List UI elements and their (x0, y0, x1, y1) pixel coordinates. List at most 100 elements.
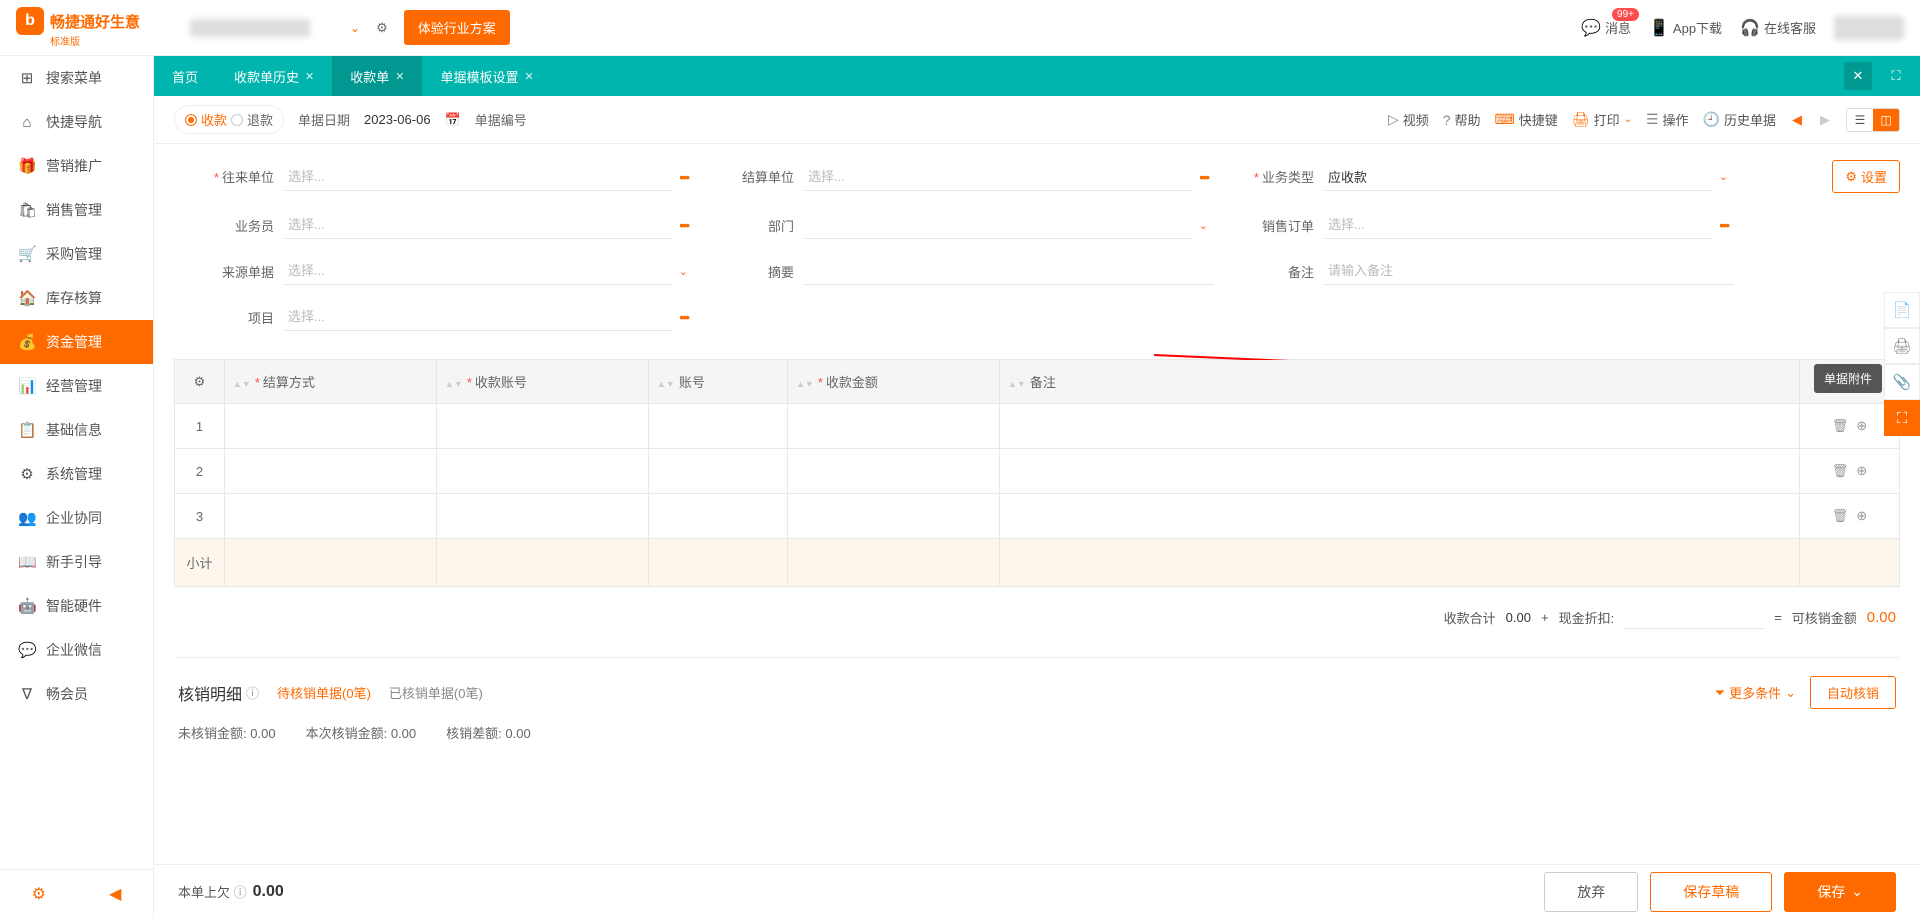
settings-button[interactable]: ⚙设置 (1832, 160, 1900, 193)
col-settle-method[interactable]: ▲▼*结算方式 (225, 360, 437, 404)
tool-help[interactable]: ?帮助 (1443, 110, 1481, 129)
source-input[interactable] (284, 257, 673, 285)
summary-input[interactable] (804, 257, 1214, 285)
table-row[interactable]: 1🗑⊕ (175, 404, 1900, 449)
main-content: 首页 收款单历史✕ 收款单✕ 单据模板设置✕ ✕ ⛶ 收款 退款 单据日期 20… (154, 56, 1920, 918)
chevron-down-icon[interactable]: ⌄ (1713, 170, 1734, 183)
add-icon[interactable]: ⊕ (1856, 463, 1867, 478)
online-service-link[interactable]: 🎧 在线客服 (1740, 18, 1816, 38)
delete-icon[interactable]: 🗑 (1832, 508, 1849, 523)
discount-input[interactable] (1624, 605, 1764, 629)
rail-draft-icon[interactable]: 📄 (1884, 292, 1920, 328)
tab-home[interactable]: 首页 (154, 56, 216, 96)
tool-shortcut[interactable]: ⌨快捷键 (1495, 110, 1558, 129)
close-icon[interactable]: ✕ (395, 70, 404, 83)
partner-input[interactable] (284, 163, 673, 191)
sidebar-item-wechat[interactable]: 💬企业微信 (0, 628, 153, 672)
chevron-down-icon[interactable]: ⌄ (673, 265, 694, 278)
col-receive-account[interactable]: ▲▼*收款账号 (437, 360, 649, 404)
date-value[interactable]: 2023-06-06 (364, 112, 431, 127)
tool-video[interactable]: ▷视频 (1388, 110, 1429, 129)
save-draft-button[interactable]: 保存草稿 (1650, 872, 1772, 912)
tool-operate[interactable]: ☰操作 (1646, 110, 1689, 129)
sidebar-item-search[interactable]: ⊞搜索菜单 (0, 56, 153, 100)
radio-refund[interactable]: 退款 (231, 110, 273, 129)
close-all-tabs-button[interactable]: ✕ (1844, 62, 1872, 90)
sidebar-item-enterprise[interactable]: 👥企业协同 (0, 496, 153, 540)
table-row[interactable]: 2🗑⊕ (175, 449, 1900, 494)
col-receive-amount[interactable]: ▲▼*收款金额 (787, 360, 999, 404)
verify-tab-done[interactable]: 已核销单据(0笔) (389, 683, 483, 702)
app-download-link[interactable]: 📱 App下载 (1649, 18, 1722, 38)
next-arrow-icon[interactable]: ▶ (1818, 112, 1832, 128)
settle-unit-input[interactable] (804, 163, 1193, 191)
radio-receive[interactable]: 收款 (185, 110, 227, 129)
tab-receipt[interactable]: 收款单✕ (332, 56, 422, 96)
sidebar-item-basic[interactable]: 📋基础信息 (0, 408, 153, 452)
experience-button[interactable]: 体验行业方案 (404, 10, 510, 45)
close-icon[interactable]: ✕ (305, 70, 314, 83)
sidebar-item-marketing[interactable]: 🎁营销推广 (0, 144, 153, 188)
view-form-button[interactable]: ◫ (1873, 109, 1899, 131)
project-input[interactable] (284, 303, 673, 331)
sidebar-item-system[interactable]: ⚙系统管理 (0, 452, 153, 496)
help-icon[interactable]: ⓘ (234, 885, 247, 900)
sidebar-item-purchase[interactable]: 🛒采购管理 (0, 232, 153, 276)
delete-icon[interactable]: 🗑 (1832, 463, 1849, 478)
close-icon[interactable]: ✕ (525, 70, 534, 83)
tab-template[interactable]: 单据模板设置✕ (422, 56, 551, 96)
help-icon[interactable]: ⓘ (246, 683, 259, 702)
more-icon[interactable]: ••• (1713, 217, 1734, 233)
prev-arrow-icon[interactable]: ◀ (1790, 112, 1804, 128)
col-account-no[interactable]: ▲▼账号 (649, 360, 788, 404)
summary-label: 摘要 (768, 265, 794, 280)
verify-tab-pending[interactable]: 待核销单据(0笔) (277, 683, 371, 702)
more-icon[interactable]: ••• (673, 217, 694, 233)
remark-input[interactable] (1324, 257, 1734, 285)
delete-icon[interactable]: 🗑 (1832, 418, 1849, 433)
table-settings-icon[interactable]: ⚙ (175, 360, 225, 404)
user-avatar[interactable] (1834, 16, 1904, 40)
dept-input[interactable] (804, 211, 1193, 239)
more-icon[interactable]: ••• (1193, 169, 1214, 185)
tool-print[interactable]: 🖨打印⌄ (1572, 110, 1632, 129)
table-row[interactable]: 3🗑⊕ (175, 494, 1900, 539)
sidebar-item-member[interactable]: ∇畅会员 (0, 672, 153, 716)
save-button[interactable]: 保存⌄ (1784, 872, 1896, 912)
fullscreen-icon[interactable]: ⛶ (1882, 62, 1910, 90)
sidebar-item-funds[interactable]: 💰资金管理 (0, 320, 153, 364)
messages-link[interactable]: 💬 消息 99+ (1581, 18, 1631, 38)
sidebar-item-inventory[interactable]: 🏠库存核算 (0, 276, 153, 320)
discard-button[interactable]: 放弃 (1544, 872, 1638, 912)
sidebar-item-guide[interactable]: 📖新手引导 (0, 540, 153, 584)
sidebar-item-sales[interactable]: 🛍销售管理 (0, 188, 153, 232)
rail-print-icon[interactable]: 🖨 (1884, 328, 1920, 364)
more-icon[interactable]: ••• (673, 169, 694, 185)
rail-expand-icon[interactable]: ⛶ (1884, 400, 1920, 436)
sales-order-input[interactable] (1324, 211, 1713, 239)
add-icon[interactable]: ⊕ (1856, 418, 1867, 433)
sidebar-item-quicknav[interactable]: ⌂快捷导航 (0, 100, 153, 144)
settings-gear-icon[interactable]: ⚙ (376, 20, 388, 36)
biz-type-input[interactable] (1324, 163, 1713, 191)
tab-receipt-history[interactable]: 收款单历史✕ (216, 56, 332, 96)
sidebar-item-operation[interactable]: 📊经营管理 (0, 364, 153, 408)
more-icon[interactable]: ••• (673, 309, 694, 325)
calendar-icon[interactable]: 📅 (445, 112, 461, 128)
chevron-down-icon[interactable]: ⌄ (1193, 219, 1214, 232)
tab-label: 首页 (172, 67, 198, 86)
auto-verify-button[interactable]: 自动核销 (1810, 676, 1896, 709)
footer-settings-icon[interactable]: ⚙ (32, 884, 46, 904)
add-icon[interactable]: ⊕ (1856, 508, 1867, 523)
more-conditions-link[interactable]: ⏷更多条件⌄ (1715, 683, 1796, 702)
tenant-caret-icon[interactable]: ⌄ (350, 21, 360, 35)
footer-collapse-icon[interactable]: ◀ (109, 884, 121, 904)
rail-attachment-icon[interactable]: 📎 (1884, 364, 1920, 400)
salesman-input[interactable] (284, 211, 673, 239)
tool-history[interactable]: 🕘历史单据 (1703, 110, 1776, 129)
sidebar-item-hardware[interactable]: 🤖智能硬件 (0, 584, 153, 628)
unverified-value: 0.00 (250, 726, 275, 741)
col-remark[interactable]: ▲▼备注 (1000, 360, 1800, 404)
view-list-button[interactable]: ☰ (1847, 109, 1873, 131)
tenant-name[interactable] (190, 19, 310, 37)
